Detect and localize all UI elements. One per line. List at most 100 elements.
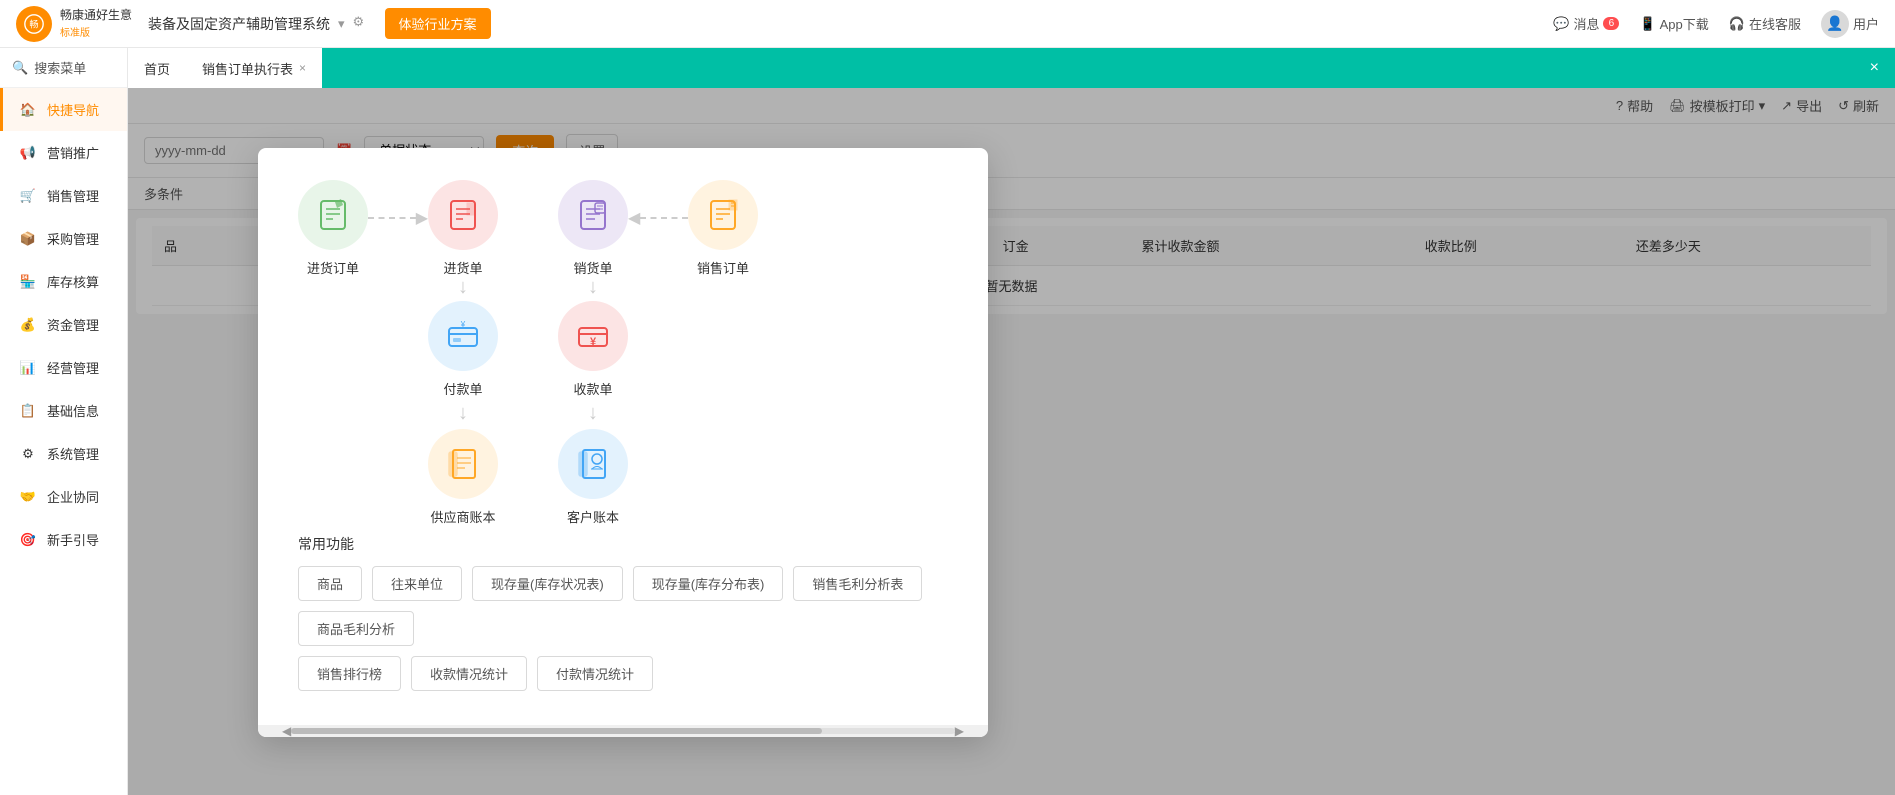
flow-node-supplier-ledger[interactable]: 供应商账本 bbox=[428, 429, 498, 526]
arrow-down-1: ↓ bbox=[428, 277, 498, 297]
func-btn-receipt-stat[interactable]: 收款情况统计 bbox=[411, 656, 527, 691]
basic-info-icon: 📋 bbox=[19, 402, 37, 420]
func-btn-goods[interactable]: 商品 bbox=[298, 566, 362, 601]
tab-close-icon[interactable]: × bbox=[299, 61, 306, 75]
tab-sales-order[interactable]: 销售订单执行表 × bbox=[186, 48, 322, 88]
experience-button[interactable]: 体验行业方案 bbox=[385, 8, 491, 39]
flow-node-customer-ledger[interactable]: 客户账本 bbox=[558, 429, 628, 526]
scroll-right-arrow[interactable]: ▶ bbox=[955, 724, 964, 737]
scrollbar-track[interactable] bbox=[291, 728, 955, 734]
tab-home-label: 首页 bbox=[144, 59, 170, 78]
newbie-icon: 🎯 bbox=[19, 531, 37, 549]
sidebar-item-marketing[interactable]: 📢 营销推广 bbox=[0, 131, 127, 174]
tab-sales-order-label: 销售订单执行表 bbox=[202, 59, 293, 78]
main-area: 🔍 搜索菜单 🏠 快捷导航 📢 营销推广 🛒 销售管理 📦 采购管理 🏪 bbox=[0, 48, 1895, 795]
sales-order-label: 销售订单 bbox=[697, 258, 749, 277]
func-btn-sales-rank[interactable]: 销售排行榜 bbox=[298, 656, 401, 691]
sidebar: 🔍 搜索菜单 🏠 快捷导航 📢 营销推广 🛒 销售管理 📦 采购管理 🏪 bbox=[0, 48, 128, 795]
svg-text:畅: 畅 bbox=[29, 18, 38, 29]
modal-scrollbar[interactable]: ◀ ▶ bbox=[258, 725, 988, 737]
flow-row-3: 供应商账本 客户账本 bbox=[298, 429, 948, 526]
sales-bill-circle bbox=[558, 180, 628, 250]
app-label: App下载 bbox=[1660, 14, 1709, 33]
flow-arrows-down-2: ↓ ↓ bbox=[298, 402, 948, 425]
system-title-area: 装备及固定资产辅助管理系统 ▾ ⚙ bbox=[148, 14, 373, 34]
flow-node-purchase-order[interactable]: 进货订单 bbox=[298, 180, 368, 277]
sidebar-item-label-quick-nav: 快捷导航 bbox=[47, 100, 99, 119]
flow-arrows-down: ↓ ↓ bbox=[298, 277, 948, 297]
user-item[interactable]: 👤 用户 bbox=[1821, 10, 1879, 38]
func-btn-sales-gross[interactable]: 销售毛利分析表 bbox=[793, 566, 922, 601]
sidebar-item-quick-nav[interactable]: 🏠 快捷导航 bbox=[0, 88, 127, 131]
logo-area: 畅 畅康通好生意 标准版 bbox=[16, 6, 136, 42]
sidebar-item-label-marketing: 营销推广 bbox=[47, 143, 99, 162]
search-icon: 🔍 bbox=[12, 60, 28, 76]
system-title: 装备及固定资产辅助管理系统 bbox=[148, 14, 330, 34]
sidebar-search[interactable]: 🔍 搜索菜单 bbox=[0, 48, 127, 88]
user-label: 用户 bbox=[1853, 14, 1879, 33]
sidebar-item-label-finance: 资金管理 bbox=[47, 315, 99, 334]
flow-node-sales-order[interactable]: 销售订单 bbox=[688, 180, 758, 277]
common-functions-title: 常用功能 bbox=[298, 534, 948, 554]
supplier-ledger-circle bbox=[428, 429, 498, 499]
sidebar-item-enterprise[interactable]: 🤝 企业协同 bbox=[0, 475, 127, 518]
message-badge: 6 bbox=[1603, 17, 1619, 30]
sidebar-item-system[interactable]: ⚙ 系统管理 bbox=[0, 432, 127, 475]
purchase-icon: 📦 bbox=[19, 230, 37, 248]
flow-node-purchase-bill[interactable]: 进货单 bbox=[428, 180, 498, 277]
purchase-bill-circle bbox=[428, 180, 498, 250]
user-avatar: 👤 bbox=[1821, 10, 1849, 38]
sidebar-item-label-enterprise: 企业协同 bbox=[47, 487, 99, 506]
sidebar-item-sales[interactable]: 🛒 销售管理 bbox=[0, 174, 127, 217]
app-download-item[interactable]: 📱 App下载 bbox=[1639, 14, 1708, 33]
func-btn-payment-stat[interactable]: 付款情况统计 bbox=[537, 656, 653, 691]
enterprise-icon: 🤝 bbox=[19, 488, 37, 506]
func-btn-stock-status[interactable]: 现存量(库存状况表) bbox=[472, 566, 623, 601]
search-label: 搜索菜单 bbox=[34, 58, 86, 77]
receipt-label: 收款单 bbox=[573, 379, 612, 398]
sidebar-item-label-system: 系统管理 bbox=[47, 444, 99, 463]
system-icon: ⚙ bbox=[19, 445, 37, 463]
customer-ledger-label: 客户账本 bbox=[567, 507, 619, 526]
modal-overlay[interactable]: 进货订单 ▶ bbox=[128, 88, 1895, 795]
purchase-order-circle bbox=[298, 180, 368, 250]
svg-text:¥: ¥ bbox=[460, 320, 466, 329]
sidebar-item-operation[interactable]: 📊 经营管理 bbox=[0, 346, 127, 389]
app-icon: 📱 bbox=[1639, 16, 1655, 32]
flow-row-2: ¥ 付款单 ¥ 收款单 bbox=[298, 301, 948, 398]
tab-home[interactable]: 首页 bbox=[128, 48, 186, 88]
sidebar-item-finance[interactable]: 💰 资金管理 bbox=[0, 303, 127, 346]
purchase-order-label: 进货订单 bbox=[307, 258, 359, 277]
func-buttons-row2: 销售排行榜 收款情况统计 付款情况统计 bbox=[298, 656, 948, 691]
s1 bbox=[298, 402, 368, 425]
operation-icon: 📊 bbox=[19, 359, 37, 377]
flow-node-payment[interactable]: ¥ 付款单 bbox=[428, 301, 498, 398]
settings-icon[interactable]: ⚙ bbox=[353, 14, 373, 34]
flow-node-sales-bill[interactable]: 销货单 bbox=[558, 180, 628, 277]
purchase-bill-label: 进货单 bbox=[443, 258, 482, 277]
func-btn-stock-dist[interactable]: 现存量(库存分布表) bbox=[633, 566, 784, 601]
func-btn-partners[interactable]: 往来单位 bbox=[372, 566, 462, 601]
s2 bbox=[368, 402, 428, 425]
online-service-item[interactable]: 🎧 在线客服 bbox=[1729, 14, 1801, 33]
arrow-d3: ↓ bbox=[428, 402, 498, 425]
func-btn-goods-gross[interactable]: 商品毛利分析 bbox=[298, 611, 414, 646]
sales-order-circle bbox=[688, 180, 758, 250]
flow-node-receipt[interactable]: ¥ 收款单 bbox=[558, 301, 628, 398]
supplier-ledger-label: 供应商账本 bbox=[430, 507, 495, 526]
message-item[interactable]: 💬 消息 6 bbox=[1553, 14, 1619, 33]
svg-text:¥: ¥ bbox=[590, 336, 597, 348]
sidebar-item-inventory[interactable]: 🏪 库存核算 bbox=[0, 260, 127, 303]
sidebar-item-newbie[interactable]: 🎯 新手引导 bbox=[0, 518, 127, 561]
sidebar-item-purchase[interactable]: 📦 采购管理 bbox=[0, 217, 127, 260]
payment-label: 付款单 bbox=[443, 379, 482, 398]
top-right-area: 💬 消息 6 📱 App下载 🎧 在线客服 👤 用户 bbox=[1553, 10, 1879, 38]
system-dropdown-icon[interactable]: ▾ bbox=[338, 16, 345, 32]
arrow-2: ◀ bbox=[628, 208, 688, 250]
modal-content: 进货订单 ▶ bbox=[258, 148, 988, 725]
tab-bar-close-icon[interactable]: × bbox=[1870, 59, 1895, 77]
scrollbar-thumb[interactable] bbox=[291, 728, 822, 734]
sidebar-item-basic-info[interactable]: 📋 基础信息 bbox=[0, 389, 127, 432]
scroll-left-arrow[interactable]: ◀ bbox=[282, 724, 291, 737]
customer-ledger-circle bbox=[558, 429, 628, 499]
